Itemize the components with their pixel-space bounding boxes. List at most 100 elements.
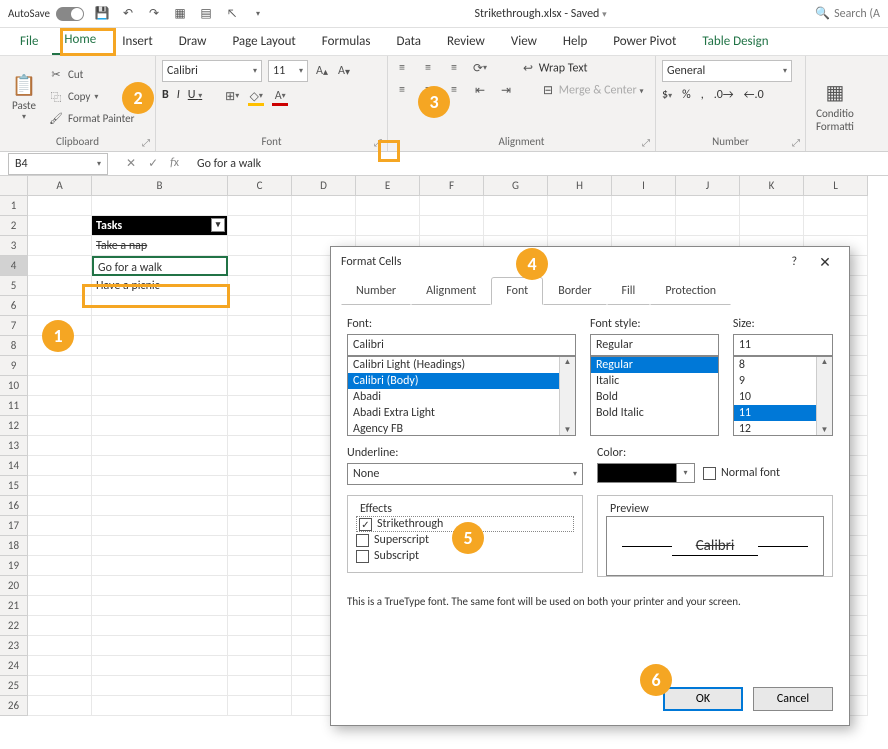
paste-button[interactable]: 📋 Paste ▾: [6, 69, 42, 124]
cell[interactable]: [228, 516, 292, 536]
cell[interactable]: [92, 496, 228, 516]
row-header[interactable]: 18: [0, 536, 28, 556]
row-header[interactable]: 22: [0, 616, 28, 636]
bold-button[interactable]: B: [162, 88, 169, 104]
cell[interactable]: Have a picnic: [92, 276, 228, 296]
list-item[interactable]: Calibri Light (Headings): [348, 357, 575, 373]
font-textbox[interactable]: Calibri: [347, 334, 576, 356]
col-header[interactable]: F: [420, 176, 484, 196]
row-header[interactable]: 24: [0, 656, 28, 676]
row-header[interactable]: 21: [0, 596, 28, 616]
col-header[interactable]: L: [804, 176, 868, 196]
cell[interactable]: [228, 296, 292, 316]
row-header[interactable]: 4: [0, 256, 28, 276]
list-item[interactable]: Bold Italic: [591, 405, 718, 421]
cell[interactable]: [740, 216, 804, 236]
cell[interactable]: [28, 696, 92, 716]
cell[interactable]: [28, 656, 92, 676]
cell[interactable]: [28, 416, 92, 436]
cell[interactable]: [228, 276, 292, 296]
save-icon[interactable]: 💾: [94, 6, 110, 22]
col-header[interactable]: J: [676, 176, 740, 196]
tab-power-pivot[interactable]: Power Pivot: [601, 28, 688, 55]
cell[interactable]: [676, 216, 740, 236]
cell[interactable]: [292, 216, 356, 236]
cell[interactable]: [228, 316, 292, 336]
cell[interactable]: [228, 196, 292, 216]
cell[interactable]: [28, 516, 92, 536]
search-box[interactable]: 🔍 Search (A: [815, 6, 880, 21]
list-item[interactable]: Regular: [591, 357, 718, 373]
row-header[interactable]: 14: [0, 456, 28, 476]
col-header[interactable]: H: [548, 176, 612, 196]
cell[interactable]: [92, 196, 228, 216]
cell[interactable]: [92, 556, 228, 576]
cell[interactable]: [28, 376, 92, 396]
number-format-combo[interactable]: General▾: [662, 60, 792, 82]
merge-center-button[interactable]: ⊟ Merge & Center ▾: [540, 82, 643, 98]
row-header[interactable]: 25: [0, 676, 28, 696]
cell[interactable]: [228, 356, 292, 376]
align-top-icon[interactable]: ≡: [394, 60, 410, 76]
cell[interactable]: [92, 576, 228, 596]
list-item[interactable]: Abadi: [348, 389, 575, 405]
list-item[interactable]: Abadi Extra Light: [348, 405, 575, 421]
font-name-combo[interactable]: Calibri▾: [162, 60, 262, 82]
col-header[interactable]: A: [28, 176, 92, 196]
cell[interactable]: [92, 676, 228, 696]
select-all-corner[interactable]: [0, 176, 28, 196]
cell[interactable]: [92, 616, 228, 636]
cell[interactable]: [484, 216, 548, 236]
help-icon[interactable]: ?: [791, 255, 797, 269]
style-textbox[interactable]: Regular: [590, 334, 719, 356]
increase-font-icon[interactable]: A▴: [314, 63, 330, 79]
dialog-titlebar[interactable]: Format Cells ? ✕: [331, 247, 849, 277]
cell[interactable]: [228, 376, 292, 396]
tab-view[interactable]: View: [499, 28, 549, 55]
row-header[interactable]: 9: [0, 356, 28, 376]
cell[interactable]: [92, 596, 228, 616]
tab-data[interactable]: Data: [385, 28, 434, 55]
conditional-formatting-button[interactable]: ▦ Conditio Formatti: [812, 77, 858, 135]
cell[interactable]: [228, 416, 292, 436]
row-header[interactable]: 19: [0, 556, 28, 576]
cell[interactable]: [28, 216, 92, 236]
italic-button[interactable]: I: [177, 88, 180, 104]
row-header[interactable]: 17: [0, 516, 28, 536]
cell[interactable]: [92, 396, 228, 416]
undo-icon[interactable]: ↶: [120, 6, 136, 22]
cell[interactable]: [92, 436, 228, 456]
cell[interactable]: [228, 476, 292, 496]
cell[interactable]: [28, 236, 92, 256]
autosave-toggle[interactable]: AutoSave: [8, 7, 84, 21]
scrollbar[interactable]: [816, 357, 832, 435]
list-item[interactable]: Agency FB: [348, 421, 575, 436]
cell[interactable]: [676, 196, 740, 216]
cell[interactable]: [548, 196, 612, 216]
align-middle-icon[interactable]: ≡: [420, 60, 436, 76]
cell[interactable]: [804, 196, 868, 216]
cell[interactable]: [228, 536, 292, 556]
tab-insert[interactable]: Insert: [110, 28, 165, 55]
enter-formula-icon[interactable]: ✓: [148, 156, 158, 171]
cell[interactable]: [92, 476, 228, 496]
row-header[interactable]: 10: [0, 376, 28, 396]
col-header[interactable]: K: [740, 176, 804, 196]
font-color-icon[interactable]: A▾: [272, 88, 288, 104]
cell[interactable]: Tasks▾: [92, 216, 228, 236]
tab-home[interactable]: Home: [52, 26, 108, 55]
row-header[interactable]: 16: [0, 496, 28, 516]
cell[interactable]: [228, 676, 292, 696]
row-header[interactable]: 1: [0, 196, 28, 216]
cell[interactable]: [28, 556, 92, 576]
cell[interactable]: [228, 496, 292, 516]
row-header[interactable]: 5: [0, 276, 28, 296]
dtab-protection[interactable]: Protection: [650, 277, 731, 305]
tab-table-design[interactable]: Table Design: [690, 28, 780, 55]
row-header[interactable]: 11: [0, 396, 28, 416]
cancel-formula-icon[interactable]: ✕: [126, 156, 136, 171]
cell[interactable]: [292, 196, 356, 216]
name-box[interactable]: B4▾: [8, 153, 108, 175]
filter-dropdown-icon[interactable]: ▾: [211, 218, 225, 232]
cell[interactable]: [228, 436, 292, 456]
